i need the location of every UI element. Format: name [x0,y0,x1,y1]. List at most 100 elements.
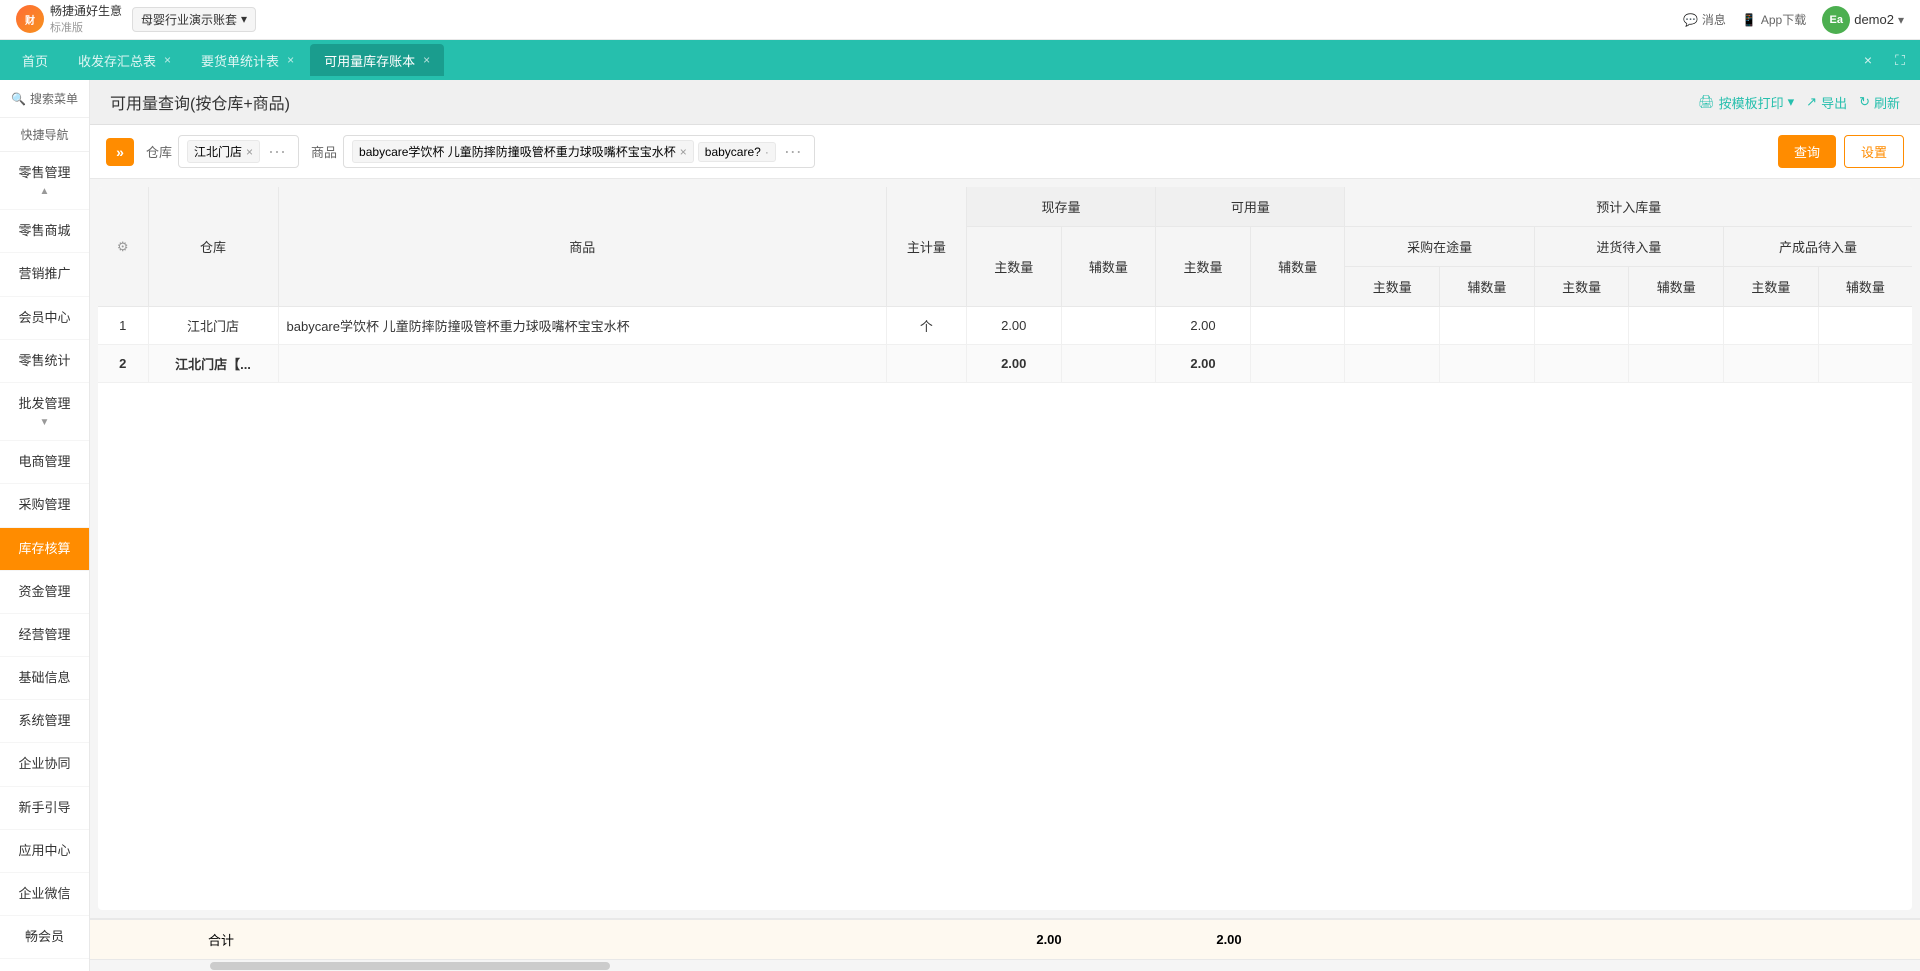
sidebar-search-button[interactable]: 🔍 搜索菜单 [0,80,89,118]
sidebar-new-guide-label: 新手引导 [18,799,70,817]
sidebar-ecommerce-label: 电商管理 [18,453,70,471]
table-container: ⚙ 仓库 商品 主计量 现存量 可用量 预计入库量 主数量 辅数量 主数量 辅数… [98,187,1912,910]
sidebar-item-ops-mgmt[interactable]: 经营管理 [0,614,89,657]
product-tag-2-value: babycare? [705,145,761,159]
product-filter-label: 商品 [311,142,337,161]
sidebar-item-marketing[interactable]: 营销推广 [0,253,89,296]
cell-purchase-aux-qty [1440,345,1535,383]
search-icon: 🔍 [11,92,26,106]
th-prod-main-qty: 主数量 [1724,267,1819,307]
app-download-label: App下载 [1761,11,1806,28]
tab-available-stock[interactable]: 可用量库存账本 × [310,44,444,76]
cell-main-unit [886,345,966,383]
th-available-main-qty: 主数量 [1156,227,1251,307]
cell-warehouse: 江北门店 [148,307,278,345]
sidebar-enterprise-wechat-label: 企业微信 [18,885,70,903]
page-header: 可用量查询(按仓库+商品) 🖨 按模板打印 ▾ ↗ 导出 ↻ 刷新 [90,80,1920,125]
sidebar-item-ecommerce-mgmt[interactable]: 电商管理 [0,441,89,484]
sidebar-item-enterprise-collab[interactable]: 企业协同 [0,743,89,786]
product-tag-2-remove[interactable]: · [765,145,769,159]
sidebar-item-retail-mall[interactable]: 零售商城 [0,210,89,253]
cell-row-num: 2 [98,345,148,383]
horizontal-scrollbar[interactable] [90,959,1920,971]
refresh-button[interactable]: ↻ 刷新 [1859,93,1900,112]
total-current-main-qty: 2.00 [1004,932,1094,947]
tab-available-stock-close[interactable]: × [423,53,430,67]
cell-current-aux-qty [1061,345,1156,383]
scrollbar-thumb[interactable] [210,962,610,970]
sidebar-item-retail-stats[interactable]: 零售统计 [0,340,89,383]
tab-home-label: 首页 [22,51,48,70]
th-settings[interactable]: ⚙ [98,187,148,307]
sidebar-item-inventory-mgmt[interactable]: 库存核算 [0,528,89,571]
print-label: 按模板打印 [1719,93,1784,112]
query-button[interactable]: 查询 [1778,135,1836,168]
sidebar-finance-label: 资金管理 [18,583,70,601]
cell-prod-main-qty [1724,345,1819,383]
cell-available-aux-qty [1250,307,1345,345]
th-available-aux-qty: 辅数量 [1250,227,1345,307]
tab-requisition-stats-close[interactable]: × [287,53,294,67]
product-filter-input[interactable]: babycare学饮杯 儿童防摔防撞吸管杯重力球吸嘴杯宝宝水杯 × babyca… [343,135,815,168]
sidebar-item-basic-info[interactable]: 基础信息 [0,657,89,700]
total-available-main-qty: 2.00 [1184,932,1274,947]
cell-prod-aux-qty [1818,307,1912,345]
tab-receive-send[interactable]: 收发存汇总表 × [64,44,185,76]
warehouse-filter-field: 仓库 江北门店 × ··· [146,135,299,168]
cell-purchase-aux-qty [1440,307,1535,345]
print-button[interactable]: 🖨 按模板打印 ▾ [1698,93,1794,112]
th-product: 商品 [278,187,886,307]
sidebar-enterprise-collab-label: 企业协同 [18,755,70,773]
sidebar-item-wholesale-mgmt[interactable]: 批发管理 ▼ [0,383,89,441]
product-tag-1-remove[interactable]: × [680,145,687,159]
th-inbound-main-qty: 主数量 [1534,267,1629,307]
logo-sub: 标准版 [50,19,122,35]
th-current-aux-qty: 辅数量 [1061,227,1156,307]
cell-available-main-qty: 2.00 [1156,345,1251,383]
warehouse-tag-remove[interactable]: × [246,145,253,159]
user-area[interactable]: Ea demo2 ▾ [1822,6,1904,34]
cell-available-main-qty: 2.00 [1156,307,1251,345]
sidebar-item-member-center[interactable]: 会员中心 [0,297,89,340]
main-layout: 🔍 搜索菜单 快捷导航 零售管理 ▲ 零售商城 营销推广 会员中心 零售统计 批… [0,80,1920,971]
sidebar-retail-mall-label: 零售商城 [18,222,70,240]
warehouse-filter-input[interactable]: 江北门店 × ··· [178,135,299,168]
industry-selector[interactable]: 母婴行业演示账套 ▾ [132,7,256,32]
table-settings-icon[interactable]: ⚙ [117,239,129,254]
filter-toggle-button[interactable]: » [106,138,134,166]
th-prod-aux-qty: 辅数量 [1818,267,1912,307]
cell-prod-main-qty [1724,307,1819,345]
tab-requisition-stats[interactable]: 要货单统计表 × [187,44,308,76]
print-icon: 🖨 [1698,94,1715,110]
sidebar-item-enterprise-wechat[interactable]: 企业微信 [0,873,89,916]
sidebar-item-retail-mgmt[interactable]: 零售管理 ▲ [0,152,89,210]
product-filter-field: 商品 babycare学饮杯 儿童防摔防撞吸管杯重力球吸嘴杯宝宝水杯 × bab… [311,135,815,168]
th-purchase-in-transit-group: 采购在途量 [1345,227,1534,267]
export-button[interactable]: ↗ 导出 [1806,93,1847,112]
sidebar-inventory-label: 库存核算 [18,540,70,558]
tab-home[interactable]: 首页 [8,44,62,76]
sidebar-item-member[interactable]: 畅会员 [0,916,89,959]
fullscreen-button[interactable]: ⛶ [1888,48,1912,72]
sidebar-item-new-guide[interactable]: 新手引导 [0,787,89,830]
close-all-tabs-button[interactable]: × [1856,48,1880,72]
print-dropdown-icon: ▾ [1788,94,1795,110]
product-more-icon[interactable]: ··· [784,141,802,162]
message-button[interactable]: 💬 消息 [1683,11,1726,28]
settings-button[interactable]: 设置 [1844,135,1904,168]
sidebar-quick-nav[interactable]: 快捷导航 [0,118,89,152]
tab-receive-send-label: 收发存汇总表 [78,51,156,70]
content-area: 可用量查询(按仓库+商品) 🖨 按模板打印 ▾ ↗ 导出 ↻ 刷新 [90,80,1920,971]
sidebar-item-purchase-mgmt[interactable]: 采购管理 [0,484,89,527]
table-row[interactable]: 1 江北门店 babycare学饮杯 儿童防摔防撞吸管杯重力球吸嘴杯宝宝水杯 个… [98,307,1912,345]
sidebar-item-app-center[interactable]: 应用中心 [0,830,89,873]
user-name: demo2 [1854,12,1894,27]
th-planned-inbound-group: 预计入库量 [1345,187,1912,227]
warehouse-more-icon[interactable]: ··· [268,141,286,162]
message-label: 消息 [1702,11,1726,28]
tab-receive-send-close[interactable]: × [164,53,171,67]
table-row[interactable]: 2 江北门店【... 2.00 2.00 [98,345,1912,383]
sidebar-item-system-mgmt[interactable]: 系统管理 [0,700,89,743]
sidebar-item-finance-mgmt[interactable]: 资金管理 [0,571,89,614]
app-download-button[interactable]: 📱 App下载 [1742,11,1806,28]
